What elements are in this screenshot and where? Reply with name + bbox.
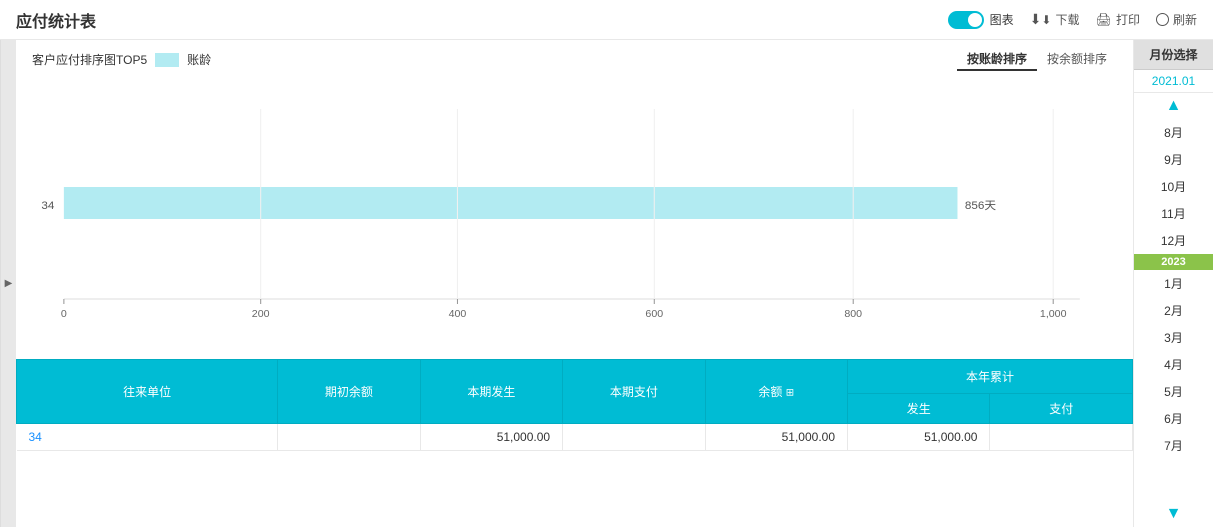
print-label: 打印 [1116,11,1140,28]
cell-pay [563,424,705,451]
svg-text:400: 400 [449,309,467,320]
svg-text:600: 600 [645,309,663,320]
collapse-button[interactable]: ▶ [0,40,16,527]
svg-text:800: 800 [844,309,862,320]
sidebar-month-10[interactable]: 10月 [1134,173,1213,200]
data-table: 往来单位 期初余额 本期发生 本期支付 余额 ⊞ 本年累计 发生 支付 [16,359,1133,451]
sidebar-year-2023[interactable]: 2023 [1134,254,1213,270]
cell-occur: 51,000.00 [420,424,562,451]
chart-bar-label: 856天 [965,200,996,212]
chart-y-label: 34 [41,200,54,212]
sidebar-month-7[interactable]: 7月 [1134,432,1213,459]
sidebar-month-11[interactable]: 11月 [1134,200,1213,227]
sidebar-month-6[interactable]: 6月 [1134,405,1213,432]
sidebar-down-button[interactable]: ▼ [1134,501,1213,527]
chart-svg-container: 34 856天 0 200 [16,79,1133,359]
refresh-label: 刷新 [1173,11,1197,28]
cell-ytd-occur: 51,000.00 [848,424,990,451]
col-ytd-pay-subheader: 支付 [990,394,1133,424]
table-area: 往来单位 期初余额 本期发生 本期支付 余额 ⊞ 本年累计 发生 支付 [16,359,1133,451]
sidebar-month-3[interactable]: 3月 [1134,324,1213,351]
download-button[interactable]: ⬇ 下载 [1030,11,1080,28]
legend-title: 客户应付排序图TOP5 [32,51,147,68]
sidebar-month-4[interactable]: 4月 [1134,351,1213,378]
sidebar-header: 月份选择 [1134,40,1213,70]
sidebar-year-input[interactable] [1134,70,1213,93]
svg-text:0: 0 [61,309,67,320]
app-container: 应付统计表 图表 ⬇ 下载 🖨 打印 刷新 ▶ [0,0,1213,527]
print-icon: 🖨 [1095,12,1112,28]
col-occur-header: 本期发生 [420,360,562,424]
chart-toggle[interactable] [948,11,984,29]
main-content: ▶ 客户应付排序图TOP5 账龄 按账龄排序 按余额排序 34 [0,40,1213,527]
sidebar-month-list: 8月 9月 10月 11月 12月 2023 1月 2月 3月 4月 5月 6月… [1134,119,1213,501]
sidebar-month-2[interactable]: 2月 [1134,297,1213,324]
sidebar-month-8[interactable]: 8月 [1134,119,1213,146]
col-ytd-header: 本年累计 [848,360,1133,394]
page-title: 应付统计表 [16,8,96,32]
sidebar-month-1[interactable]: 1月 [1134,270,1213,297]
table-header-row: 往来单位 期初余额 本期发生 本期支付 余额 ⊞ 本年累计 [17,360,1133,394]
chart-area: 客户应付排序图TOP5 账龄 按账龄排序 按余额排序 34 [16,40,1133,527]
col-balance-header: 余额 ⊞ [705,360,847,424]
header: 应付统计表 图表 ⬇ 下载 🖨 打印 刷新 [0,0,1213,40]
chart-bar [64,187,958,219]
cell-ytd-pay [990,424,1133,451]
table-row: 34 51,000.00 51,000.00 51,000.00 [17,424,1133,451]
legend-box [155,53,179,67]
chart-legend: 客户应付排序图TOP5 账龄 [32,51,211,68]
sidebar-month-12[interactable]: 12月 [1134,227,1213,254]
toggle-label: 图表 [990,11,1014,28]
collapse-icon: ▶ [5,278,13,289]
header-actions: 图表 ⬇ 下载 🖨 打印 刷新 [948,11,1197,29]
chart-header: 客户应付排序图TOP5 账龄 按账龄排序 按余额排序 [16,40,1133,79]
chart-svg: 34 856天 0 200 [16,79,1133,359]
unit-link[interactable]: 34 [29,430,42,444]
legend-label: 账龄 [187,51,211,68]
cell-unit: 34 [17,424,278,451]
chart-toggle-wrapper: 图表 [948,11,1014,29]
col-ytd-occur-subheader: 发生 [848,394,990,424]
cell-balance: 51,000.00 [705,424,847,451]
download-label: 下载 [1055,11,1079,28]
refresh-icon [1156,13,1169,26]
download-icon: ⬇ [1030,11,1052,28]
sidebar: 月份选择 ▲ 8月 9月 10月 11月 12月 2023 1月 2月 3月 4… [1133,40,1213,527]
col-pay-header: 本期支付 [563,360,705,424]
refresh-button[interactable]: 刷新 [1156,11,1197,28]
sort-by-balance-button[interactable]: 按余额排序 [1037,48,1117,71]
chart-sort-buttons: 按账龄排序 按余额排序 [957,48,1117,71]
cell-opening [278,424,420,451]
svg-text:1,000: 1,000 [1040,309,1067,320]
sort-by-age-button[interactable]: 按账龄排序 [957,48,1037,71]
print-button[interactable]: 🖨 打印 [1095,11,1140,28]
sidebar-month-9[interactable]: 9月 [1134,146,1213,173]
col-opening-header: 期初余额 [278,360,420,424]
col-unit-header: 往来单位 [17,360,278,424]
sidebar-up-button[interactable]: ▲ [1134,93,1213,119]
sidebar-month-5[interactable]: 5月 [1134,378,1213,405]
svg-text:200: 200 [252,309,270,320]
